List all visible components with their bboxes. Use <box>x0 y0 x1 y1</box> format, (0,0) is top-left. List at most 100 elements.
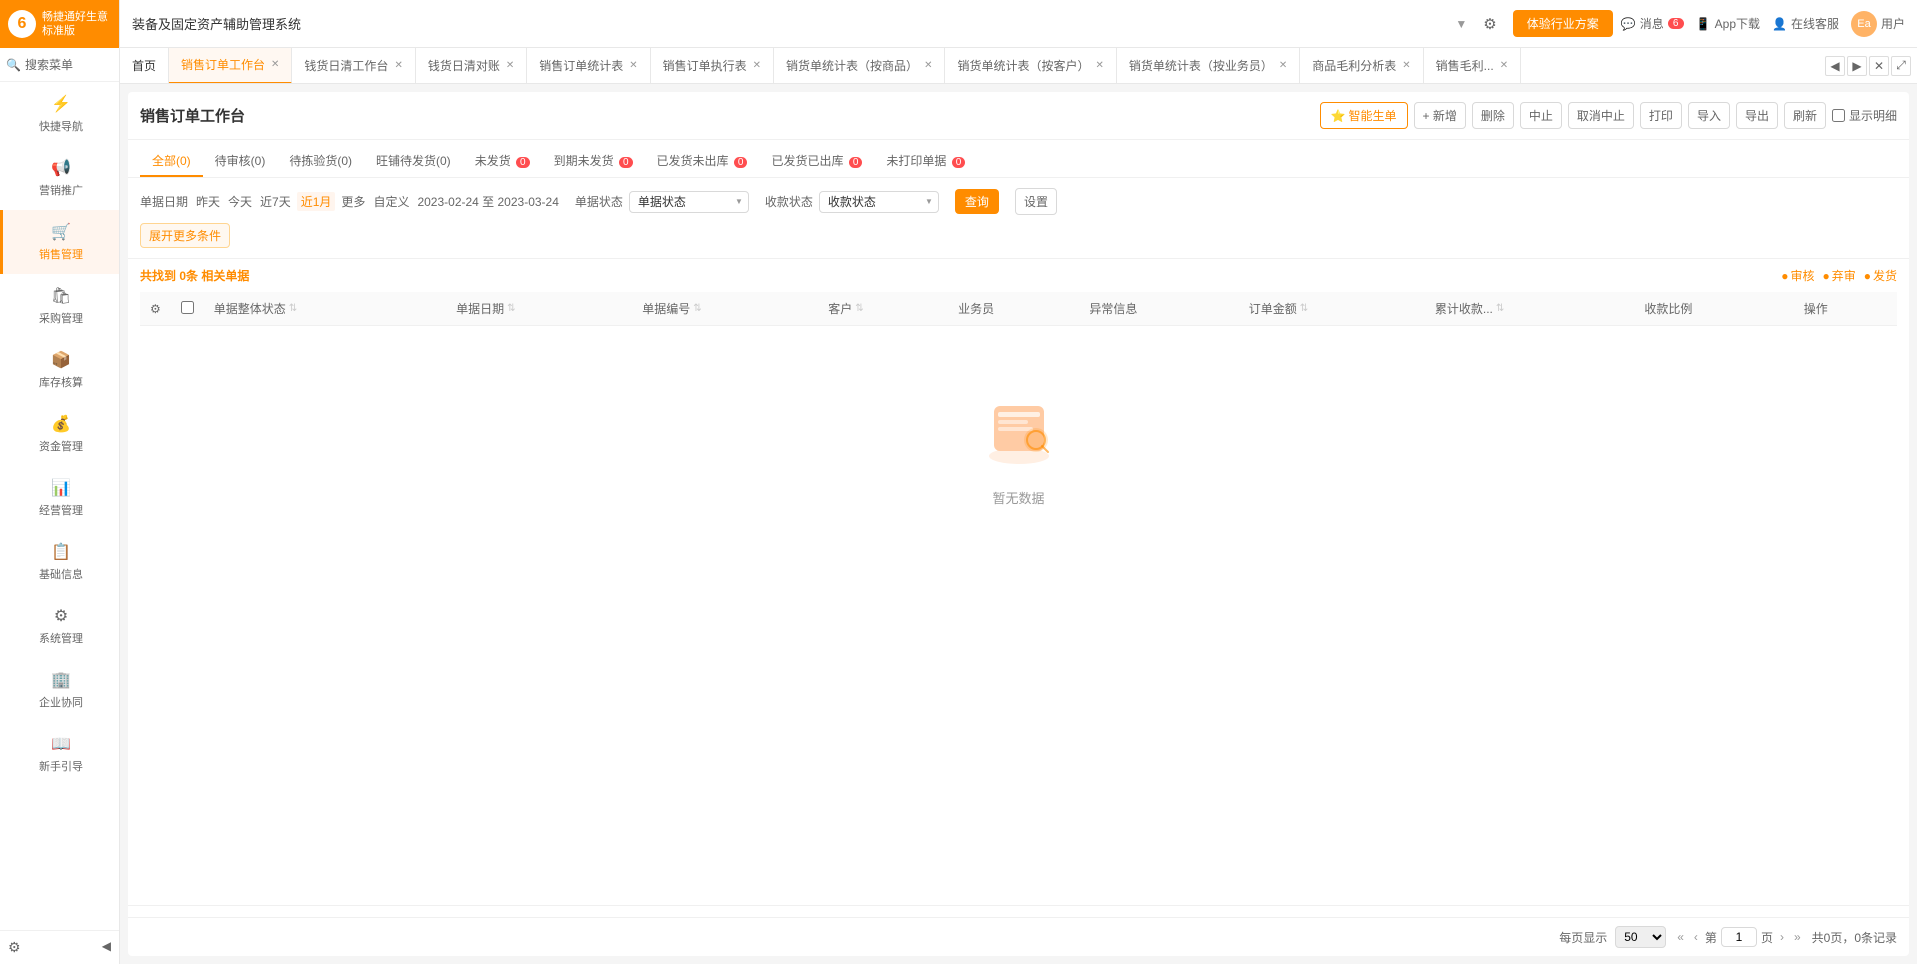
sub-tab-pending-inspect[interactable]: 待拣验货(0) <box>277 146 364 177</box>
last-page-btn[interactable]: » <box>1791 930 1804 944</box>
sort-accumulated-icon[interactable]: ⇅ <box>1496 303 1504 314</box>
page-input[interactable] <box>1721 927 1757 947</box>
sub-tab-wangpu-ship[interactable]: 旺铺待发货(0) <box>364 146 463 177</box>
tab-close-order-exec[interactable]: ✕ <box>753 60 761 71</box>
tab-prev-btn[interactable]: ◀ <box>1825 56 1845 76</box>
trial-button[interactable]: 体验行业方案 <box>1513 10 1613 37</box>
sub-tab-all[interactable]: 全部(0) <box>140 146 203 177</box>
sidebar-item-system[interactable]: ⚙ 系统管理 <box>0 594 119 658</box>
prev-page-btn[interactable]: ‹ <box>1691 930 1701 944</box>
sub-tab-shipped-out[interactable]: 已发货已出库 0 <box>759 146 874 177</box>
tab-close-customer-stats[interactable]: ✕ <box>1095 60 1103 71</box>
empty-svg <box>974 386 1064 476</box>
column-settings-icon[interactable]: ⚙ <box>150 302 161 316</box>
filter-settings-button[interactable]: 设置 <box>1015 188 1057 215</box>
per-page-select[interactable]: 50 100 200 <box>1615 926 1666 948</box>
shortcut-more[interactable]: 更多 <box>339 193 367 210</box>
tab-sales-workbench[interactable]: 销售订单工作台 ✕ <box>169 48 292 84</box>
show-detail-input[interactable] <box>1832 109 1845 122</box>
app-download-item[interactable]: 📱 App下载 <box>1696 15 1760 32</box>
sort-status-icon[interactable]: ⇅ <box>289 303 297 314</box>
sidebar-item-inventory[interactable]: 📦 库存核算 <box>0 338 119 402</box>
shortcut-today[interactable]: 今天 <box>226 193 254 210</box>
tab-next-btn[interactable]: ▶ <box>1847 56 1867 76</box>
tab-close-sales-gross[interactable]: ✕ <box>1500 60 1508 71</box>
sidebar-item-marketing[interactable]: 📢 营销推广 <box>0 146 119 210</box>
sidebar-item-operations[interactable]: 📊 经营管理 <box>0 466 119 530</box>
pause-button[interactable]: 中止 <box>1520 102 1562 129</box>
shortcut-7days[interactable]: 近7天 <box>258 193 293 210</box>
tab-gross-profit[interactable]: 商品毛利分析表 ✕ <box>1300 48 1423 84</box>
tab-order-exec[interactable]: 销售订单执行表 ✕ <box>651 48 774 84</box>
next-page-btn[interactable]: › <box>1777 930 1787 944</box>
import-button[interactable]: 导入 <box>1688 102 1730 129</box>
tab-close-gross-profit[interactable]: ✕ <box>1402 60 1410 71</box>
shortcut-1month[interactable]: 近1月 <box>297 192 336 211</box>
smart-create-button[interactable]: ⭐ 智能生单 <box>1320 102 1408 129</box>
refresh-button[interactable]: 刷新 <box>1784 102 1826 129</box>
date-range[interactable]: 2023-02-24 至 2023-03-24 <box>417 193 558 210</box>
tab-close-goods-stats[interactable]: ✕ <box>924 60 932 71</box>
tab-close-daily-clear[interactable]: ✕ <box>394 60 402 71</box>
show-detail-checkbox[interactable]: 显示明细 <box>1832 107 1897 124</box>
scroll-area[interactable] <box>128 905 1909 917</box>
dropdown-icon[interactable]: ▼ <box>1455 17 1467 31</box>
settings-icon[interactable]: ⚙ <box>8 939 21 956</box>
sub-tab-shipped-not-out[interactable]: 已发货未出库 0 <box>645 146 760 177</box>
sort-date-icon[interactable]: ⇅ <box>507 303 515 314</box>
payment-select[interactable]: 收款状态 <box>819 191 939 213</box>
collapse-icon[interactable]: ◀ <box>102 939 111 956</box>
tab-reconcile[interactable]: 钱货日清对账 ✕ <box>416 48 527 84</box>
topbar-gear-icon[interactable]: ⚙ <box>1483 15 1496 33</box>
tab-sales-gross[interactable]: 销售毛利... ✕ <box>1424 48 1521 84</box>
export-button[interactable]: 导出 <box>1736 102 1778 129</box>
online-service-item[interactable]: 👤 在线客服 <box>1772 15 1839 32</box>
sub-tab-overdue-unshipped[interactable]: 到期未发货 0 <box>542 146 645 177</box>
review-btn[interactable]: ● 审核 <box>1781 267 1814 284</box>
tab-close-sales[interactable]: ✕ <box>271 59 279 70</box>
sub-tab-unprinted[interactable]: 未打印单据 0 <box>874 146 977 177</box>
sidebar-item-basicinfo[interactable]: 📋 基础信息 <box>0 530 119 594</box>
sidebar-item-purchase[interactable]: 🛍 采购管理 <box>0 274 119 338</box>
cancel-pause-button[interactable]: 取消中止 <box>1568 102 1634 129</box>
th-amount: 订单金额 ⇅ <box>1239 292 1425 326</box>
first-page-btn[interactable]: « <box>1674 930 1687 944</box>
search-icon: 🔍 <box>6 58 21 72</box>
sort-customer-icon[interactable]: ⇅ <box>855 303 863 314</box>
sub-tab-unshipped[interactable]: 未发货 0 <box>463 146 542 177</box>
tab-close-all-btn[interactable]: ✕ <box>1869 56 1889 76</box>
tab-maximize-btn[interactable]: ⤢ <box>1891 56 1911 76</box>
ship-btn[interactable]: ● 发货 <box>1864 267 1897 284</box>
tab-order-stats[interactable]: 销售订单统计表 ✕ <box>527 48 650 84</box>
sidebar-item-enterprise[interactable]: 🏢 企业协同 <box>0 658 119 722</box>
tab-customer-stats[interactable]: 销货单统计表（按客户） ✕ <box>945 48 1116 84</box>
tab-close-order-stats[interactable]: ✕ <box>629 60 637 71</box>
tab-salesman-stats[interactable]: 销货单统计表（按业务员） ✕ <box>1117 48 1300 84</box>
sidebar-item-guide[interactable]: 📖 新手引导 <box>0 722 119 786</box>
status-select[interactable]: 单据状态 <box>629 191 749 213</box>
message-item[interactable]: 💬 消息 6 <box>1621 15 1684 32</box>
service-icon: 👤 <box>1772 17 1787 31</box>
add-button[interactable]: + 新增 <box>1414 102 1466 129</box>
expand-button[interactable]: 展开更多条件 <box>140 223 230 248</box>
sort-number-icon[interactable]: ⇅ <box>693 303 701 314</box>
sub-tab-pending-review[interactable]: 待审核(0) <box>203 146 278 177</box>
tab-daily-clear[interactable]: 钱货日清工作台 ✕ <box>292 48 415 84</box>
tab-close-salesman-stats[interactable]: ✕ <box>1279 60 1287 71</box>
sidebar-item-finance[interactable]: 💰 资金管理 <box>0 402 119 466</box>
sidebar-item-sales[interactable]: 🛒 销售管理 <box>0 210 119 274</box>
sidebar-item-quicknav[interactable]: ⚡ 快捷导航 <box>0 82 119 146</box>
tab-goods-stats[interactable]: 销货单统计表（按商品） ✕ <box>774 48 945 84</box>
tab-home[interactable]: 首页 <box>120 48 169 84</box>
user-item[interactable]: Ea 用户 <box>1851 11 1905 37</box>
select-all-checkbox[interactable] <box>181 301 194 314</box>
print-button[interactable]: 打印 <box>1640 102 1682 129</box>
shortcut-custom[interactable]: 自定义 <box>371 193 411 210</box>
tab-close-reconcile[interactable]: ✕ <box>506 60 514 71</box>
sort-amount-icon[interactable]: ⇅ <box>1300 303 1308 314</box>
sidebar-search[interactable]: 🔍 搜索菜单 <box>0 48 119 82</box>
query-button[interactable]: 查询 <box>955 189 999 214</box>
cancel-review-btn[interactable]: ● 弃审 <box>1822 267 1855 284</box>
delete-button[interactable]: 删除 <box>1472 102 1514 129</box>
shortcut-yesterday[interactable]: 昨天 <box>194 193 222 210</box>
